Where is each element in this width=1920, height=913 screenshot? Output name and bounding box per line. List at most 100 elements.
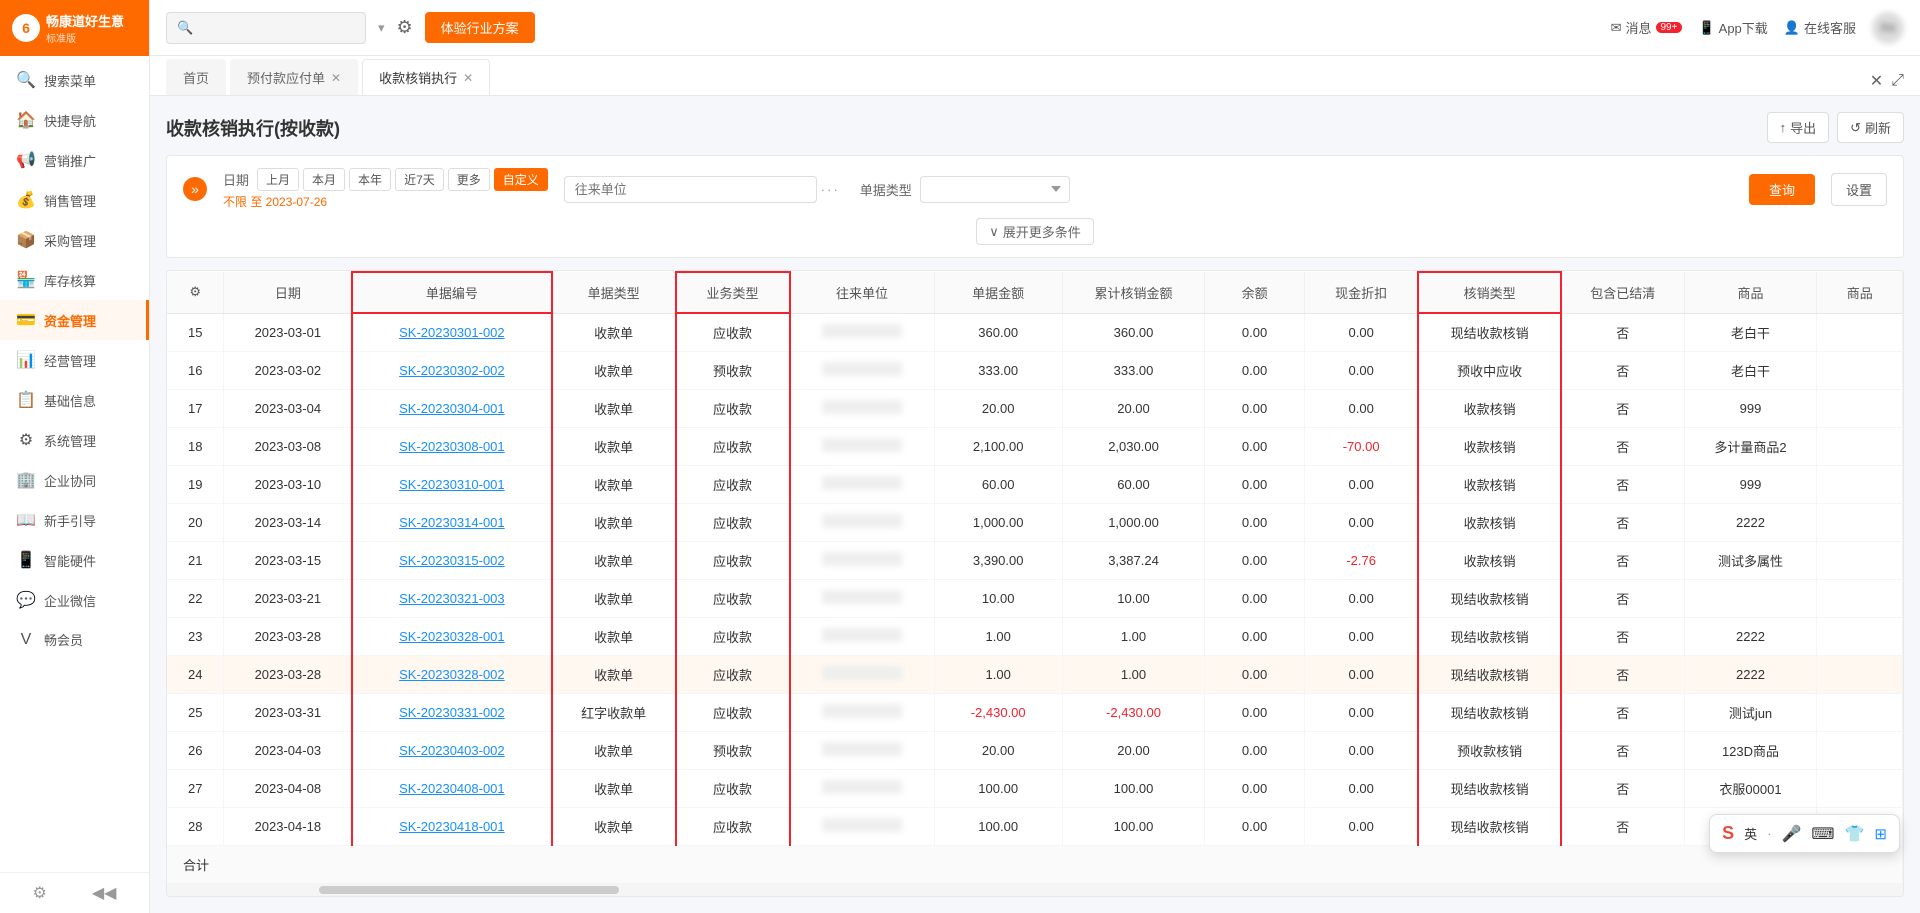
cell-cancel: 现结收款核销 — [1418, 313, 1560, 352]
topbar-message-item[interactable]: ✉ 消息 99+ — [1611, 18, 1683, 37]
sidebar-item-guide[interactable]: 📖新手引导 — [0, 500, 149, 540]
unit-filter-input[interactable] — [564, 176, 817, 203]
date-more[interactable]: 更多 — [448, 168, 490, 191]
code-link[interactable]: SK-20230302-002 — [399, 363, 505, 378]
code-link[interactable]: SK-20230403-002 — [399, 743, 505, 758]
cell-incl: 否 — [1561, 428, 1684, 466]
topbar-gear-icon[interactable]: ⚙ — [397, 17, 413, 38]
sidebar-item-shortcut[interactable]: 🏠快捷导航 — [0, 100, 149, 140]
code-link[interactable]: SK-20230331-002 — [399, 705, 505, 720]
topbar-app-download[interactable]: 📱 App下载 — [1698, 18, 1767, 37]
cell-biz: 应收款 — [676, 808, 790, 846]
ime-shirt-icon[interactable]: 👕 — [1845, 824, 1865, 844]
topbar-solution-button[interactable]: 体验行业方案 — [425, 12, 535, 43]
topbar-avatar[interactable]: Rit — [1872, 12, 1904, 44]
sidebar-item-ops[interactable]: 📊经营管理 — [0, 340, 149, 380]
filter-settings-button[interactable]: 设置 — [1831, 173, 1887, 206]
cell-cum: 3,387.24 — [1062, 542, 1204, 580]
cell-disc: -70.00 — [1304, 428, 1418, 466]
cell-amount: 20.00 — [934, 732, 1062, 770]
tabs-expand-icon[interactable]: ⤢ — [1891, 72, 1904, 90]
topbar-search-box[interactable]: 🔍 — [166, 12, 366, 44]
sidebar-item-vip[interactable]: V畅会员 — [0, 620, 149, 659]
sidebar-item-system[interactable]: ⚙系统管理 — [0, 420, 149, 460]
collapse-sidebar-icon[interactable]: ◀◀ — [92, 883, 117, 903]
date-this-year[interactable]: 本年 — [349, 168, 391, 191]
cell-code: SK-20230301-002 — [352, 313, 551, 352]
code-link[interactable]: SK-20230301-002 — [399, 325, 505, 340]
tab-home[interactable]: 首页 — [166, 59, 226, 95]
settings-bottom-icon[interactable]: ⚙ — [33, 883, 47, 903]
cell-date: 2023-04-03 — [224, 732, 352, 770]
code-link[interactable]: SK-20230418-001 — [399, 819, 505, 834]
cell-goods1: 2222 — [1684, 656, 1817, 694]
export-label: 导出 — [1790, 118, 1816, 137]
sidebar-item-corp[interactable]: 🏢企业协同 — [0, 460, 149, 500]
cell-bal: 0.00 — [1205, 694, 1305, 732]
sidebar-item-inventory[interactable]: 🏪库存核算 — [0, 260, 149, 300]
service-label: 在线客服 — [1804, 18, 1856, 37]
query-button[interactable]: 查询 — [1749, 174, 1815, 205]
topbar-chevron-icon[interactable]: ▾ — [378, 20, 385, 36]
date-custom[interactable]: 自定义 — [494, 168, 548, 191]
date-last-7days[interactable]: 近7天 — [395, 168, 444, 191]
cell-type: 收款单 — [552, 428, 676, 466]
tab-collection[interactable]: 收款核销执行 ✕ — [362, 59, 490, 95]
cell-type: 收款单 — [552, 352, 676, 390]
code-link[interactable]: SK-20230304-001 — [399, 401, 505, 416]
unit-filter-dots[interactable]: ··· — [821, 182, 840, 197]
table-scrollbar[interactable] — [167, 884, 1903, 896]
cell-incl: 否 — [1561, 504, 1684, 542]
table-scroll[interactable]: ⚙ 日期 单据编号 单据类型 业务类型 往来单位 单据金额 累计核销金额 余额 … — [167, 271, 1903, 884]
cell-type: 收款单 — [552, 732, 676, 770]
topbar-search-input[interactable] — [199, 20, 355, 35]
filter-expand-button[interactable]: » — [183, 177, 207, 201]
cell-num: 23 — [167, 618, 224, 656]
code-link[interactable]: SK-20230408-001 — [399, 781, 505, 796]
sidebar-item-marketing[interactable]: 📢营销推广 — [0, 140, 149, 180]
code-link[interactable]: SK-20230314-001 — [399, 515, 505, 530]
code-link[interactable]: SK-20230310-001 — [399, 477, 505, 492]
tabs-close-all-icon[interactable]: ✕ — [1870, 71, 1883, 91]
refresh-button[interactable]: ↺ 刷新 — [1837, 112, 1904, 143]
topbar-online-service[interactable]: 👤 在线客服 — [1784, 18, 1856, 37]
tab-collection-close[interactable]: ✕ — [463, 71, 473, 85]
ime-grid-icon[interactable]: ⊞ — [1874, 825, 1887, 843]
sidebar-item-wechat[interactable]: 💬企业微信 — [0, 580, 149, 620]
cell-bal: 0.00 — [1205, 352, 1305, 390]
table-row: 28 2023-04-18 SK-20230418-001 收款单 应收款 10… — [167, 808, 1903, 846]
receipt-type-select[interactable] — [920, 176, 1070, 203]
cell-cum: 1,000.00 — [1062, 504, 1204, 542]
code-link[interactable]: SK-20230328-002 — [399, 667, 505, 682]
table-row: 27 2023-04-08 SK-20230408-001 收款单 应收款 10… — [167, 770, 1903, 808]
date-this-month[interactable]: 本月 — [303, 168, 345, 191]
sidebar-item-finance[interactable]: 💳资金管理 — [0, 300, 149, 340]
cell-goods1: 老白干 — [1684, 352, 1817, 390]
tab-prepayment[interactable]: 预付款应付单 ✕ — [230, 59, 358, 95]
tab-prepayment-close[interactable]: ✕ — [331, 71, 341, 85]
expand-more-button[interactable]: ∨ 展开更多条件 — [976, 218, 1094, 245]
code-link[interactable]: SK-20230321-003 — [399, 591, 505, 606]
export-button[interactable]: ↑ 导出 — [1767, 112, 1830, 143]
ime-mic-icon[interactable]: 🎤 — [1781, 824, 1801, 844]
code-link[interactable]: SK-20230328-001 — [399, 629, 505, 644]
total-label: 合计 — [167, 846, 1903, 884]
code-link[interactable]: SK-20230308-001 — [399, 439, 505, 454]
sidebar-item-purchase[interactable]: 📦采购管理 — [0, 220, 149, 260]
refresh-icon: ↺ — [1850, 120, 1861, 136]
sidebar-item-sales[interactable]: 💰销售管理 — [0, 180, 149, 220]
sidebar-item-basic[interactable]: 📋基础信息 — [0, 380, 149, 420]
cell-code: SK-20230418-001 — [352, 808, 551, 846]
cell-goods2 — [1817, 390, 1903, 428]
ime-kbd-icon[interactable]: ⌨ — [1811, 824, 1834, 844]
date-last-month[interactable]: 上月 — [257, 168, 299, 191]
cell-cum: -2,430.00 — [1062, 694, 1204, 732]
sidebar-item-hardware[interactable]: 📱智能硬件 — [0, 540, 149, 580]
cell-incl: 否 — [1561, 580, 1684, 618]
code-link[interactable]: SK-20230315-002 — [399, 553, 505, 568]
th-disc: 现金折扣 — [1304, 272, 1418, 313]
sidebar-item-search[interactable]: 🔍搜索菜单 — [0, 60, 149, 100]
cell-unit — [790, 428, 935, 466]
inventory-icon: 🏪 — [16, 270, 36, 290]
th-gear[interactable]: ⚙ — [167, 272, 224, 313]
